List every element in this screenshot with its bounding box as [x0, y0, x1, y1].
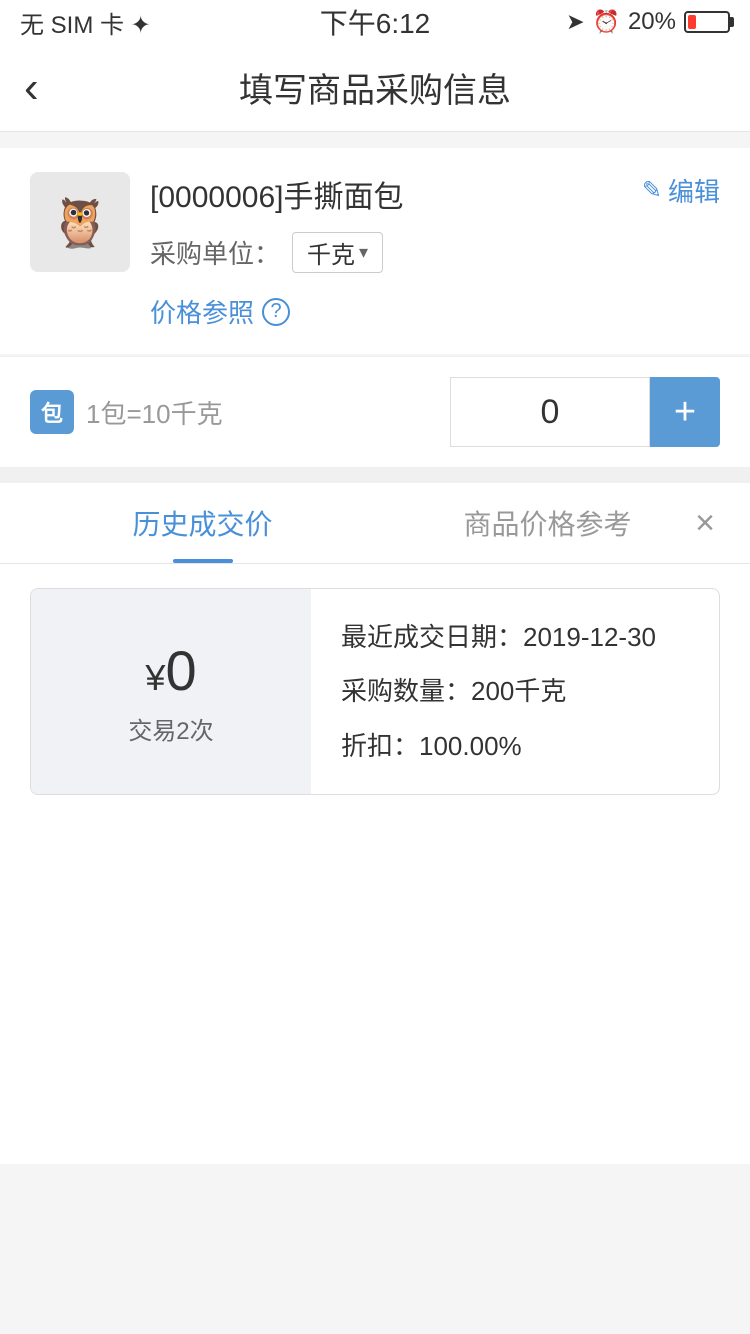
quantity-label-section: 包 1包=10千克 [30, 390, 223, 434]
edit-label: 编辑 [668, 172, 720, 209]
edit-icon: ✎ [642, 176, 662, 205]
status-right: ➤ ⏰ 20% [566, 8, 730, 36]
tab-close-button[interactable]: × [680, 498, 730, 548]
trade-count: 交易2次 [128, 711, 213, 746]
help-icon[interactable]: ? [262, 298, 290, 326]
back-icon: ‹ [24, 63, 39, 113]
product-header: 🦉 [0000006]手撕面包 采购单位： 千克 ▾ 价格参照 ? [30, 172, 720, 330]
tabs-container: 历史成交价 商品价格参考 × [0, 483, 750, 564]
price-card: ¥0 交易2次 最近成交日期：2019-12-30 采购数量：200千克 折扣：… [30, 588, 720, 795]
purchase-qty-row: 采购数量：200千克 [341, 673, 689, 709]
product-name: [0000006]手撕面包 [150, 172, 403, 216]
product-icon: 🦉 [50, 194, 110, 251]
plus-icon: + [674, 391, 696, 434]
edit-button[interactable]: ✎ 编辑 [642, 172, 720, 209]
quantity-unit-icon: 包 [30, 390, 74, 434]
product-details: [0000006]手撕面包 采购单位： 千克 ▾ 价格参照 ? [150, 172, 403, 330]
last-transaction-date-row: 最近成交日期：2019-12-30 [341, 619, 689, 655]
quantity-row: 包 1包=10千克 0 + [0, 356, 750, 467]
product-card: 🦉 [0000006]手撕面包 采购单位： 千克 ▾ 价格参照 ? [0, 148, 750, 354]
amount-value: 0 [165, 639, 196, 702]
quantity-unit-text: 包 [41, 396, 63, 428]
status-bar: 无 SIM 卡 ✦ 下午6:12 ➤ ⏰ 20% [0, 0, 750, 44]
purchase-qty-label: 采购数量： [341, 676, 471, 706]
tab-history-label: 历史成交价 [132, 503, 272, 543]
price-summary-left: ¥0 交易2次 [31, 589, 311, 794]
quantity-plus-button[interactable]: + [650, 377, 720, 447]
discount-value: 100.00% [419, 731, 522, 761]
unit-selector[interactable]: 千克 ▾ [292, 232, 383, 273]
battery-icon [684, 11, 730, 33]
last-transaction-label: 最近成交日期： [341, 622, 523, 652]
discount-row: 折扣：100.00% [341, 728, 689, 764]
price-info-section: ¥0 交易2次 最近成交日期：2019-12-30 采购数量：200千克 折扣：… [0, 564, 750, 1164]
product-unit-row: 采购单位： 千克 ▾ [150, 232, 403, 273]
discount-label: 折扣： [341, 731, 419, 761]
back-button[interactable]: ‹ [24, 63, 39, 113]
tab-product-label: 商品价格参考 [463, 503, 631, 543]
price-details-right: 最近成交日期：2019-12-30 采购数量：200千克 折扣：100.00% [311, 589, 719, 794]
product-image: 🦉 [30, 172, 130, 272]
close-icon: × [695, 504, 715, 543]
tab-history-price[interactable]: 历史成交价 [30, 483, 375, 563]
quantity-input[interactable]: 0 [450, 377, 650, 447]
nav-bar: ‹ 填写商品采购信息 [0, 44, 750, 132]
location-icon: ➤ [566, 9, 584, 35]
price-reference-link[interactable]: 价格参照 ? [150, 293, 403, 330]
price-amount: ¥0 [145, 638, 196, 703]
status-left: 无 SIM 卡 ✦ [20, 5, 151, 40]
status-time: 下午6:12 [320, 2, 431, 42]
sim-signal-text: 无 SIM 卡 ✦ [20, 5, 151, 40]
tab-product-price-ref[interactable]: 商品价格参考 [375, 483, 720, 563]
unit-label: 采购单位： [150, 234, 280, 271]
page-title: 填写商品采购信息 [239, 63, 511, 112]
dropdown-icon: ▾ [359, 242, 368, 263]
quantity-value: 0 [541, 393, 560, 432]
separator [0, 467, 750, 483]
quantity-controls: 0 + [450, 377, 720, 447]
purchase-qty-value: 200千克 [471, 676, 566, 706]
battery-percent: 20% [628, 8, 676, 36]
product-info-left: 🦉 [0000006]手撕面包 采购单位： 千克 ▾ 价格参照 ? [30, 172, 403, 330]
alarm-icon: ⏰ [593, 9, 620, 35]
price-ref-label: 价格参照 [150, 293, 254, 330]
unit-value: 千克 [307, 235, 355, 270]
quantity-conversion-text: 1包=10千克 [86, 394, 223, 431]
currency-symbol: ¥ [145, 657, 165, 698]
last-transaction-date: 2019-12-30 [523, 622, 656, 652]
